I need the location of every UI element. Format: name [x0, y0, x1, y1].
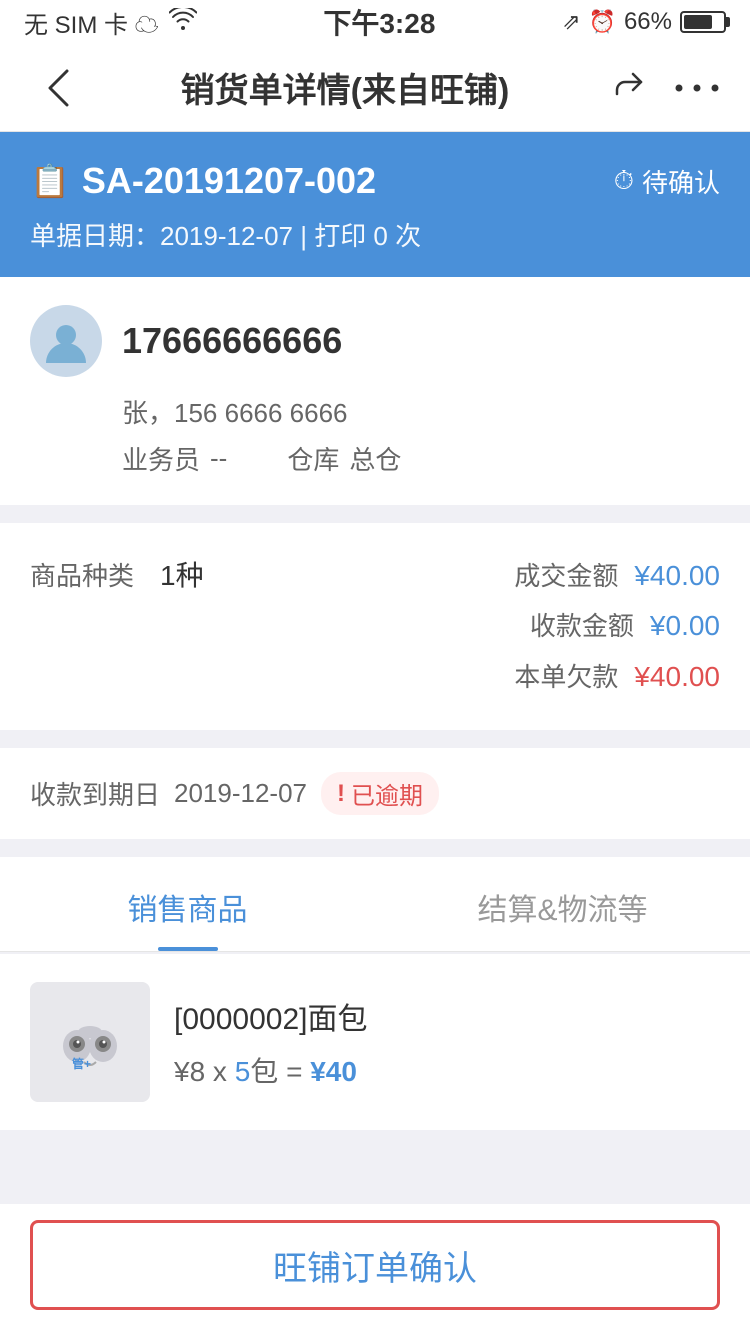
- product-name: [0000002]面包: [174, 994, 720, 1038]
- tab-sales-goods[interactable]: 销售商品: [0, 857, 375, 951]
- order-header: 📋 SA-20191207-002 ⏱ 待确认 单据日期：2019-12-07 …: [0, 132, 750, 277]
- status-left: 无 SIM 卡 ☁: [24, 5, 197, 40]
- deal-amount-row: 成交金额 ¥40.00: [514, 551, 720, 601]
- product-item: 管+ [0000002]面包 ¥8 x 5包 = ¥40: [30, 982, 720, 1102]
- overdue-badge: ! 已逾期: [321, 772, 439, 815]
- tab-settlement[interactable]: 结算&物流等: [375, 857, 750, 951]
- order-icon: 📋: [30, 162, 70, 200]
- product-section: 管+ [0000002]面包 ¥8 x 5包 = ¥40: [0, 954, 750, 1130]
- deal-amount-label: 成交金额: [514, 553, 618, 600]
- warehouse-label: 仓库: [287, 440, 339, 477]
- product-thumbnail: 管+: [30, 982, 150, 1102]
- alarm-icon: ⏰: [589, 9, 616, 35]
- back-button[interactable]: [28, 58, 88, 118]
- confirm-order-button[interactable]: 旺铺订单确认: [30, 1220, 720, 1310]
- product-info: [0000002]面包 ¥8 x 5包 = ¥40: [174, 994, 720, 1090]
- share-button[interactable]: [602, 63, 652, 113]
- page-title: 销货单详情(来自旺铺): [181, 63, 510, 112]
- due-date-value: 2019-12-07: [174, 778, 307, 809]
- customer-row: 17666666666: [30, 305, 720, 377]
- status-bar: 无 SIM 卡 ☁ 下午3:28 ⇗ ⏰ 66%: [0, 0, 750, 44]
- salesperson-value: --: [210, 443, 227, 474]
- warehouse-item: 仓库 总仓: [287, 440, 401, 477]
- order-status: ⏱ 待确认: [614, 163, 720, 200]
- order-date: 单据日期：2019-12-07 | 打印 0 次: [30, 216, 720, 253]
- received-amount-label: 收款金额: [530, 603, 634, 650]
- more-button[interactable]: [672, 63, 722, 113]
- clock-icon: ⏱: [614, 165, 634, 197]
- customer-phone: 17666666666: [122, 320, 342, 362]
- avatar: [30, 305, 102, 377]
- stats-section: 商品种类 1种 成交金额 ¥40.00 收款金额 ¥0.00 本单欠款 ¥40.…: [0, 523, 750, 730]
- battery-icon: [680, 11, 726, 33]
- salesperson-item: 业务员 --: [122, 440, 227, 477]
- stats-right: 成交金额 ¥40.00 收款金额 ¥0.00 本单欠款 ¥40.00: [514, 551, 720, 702]
- owed-amount-row: 本单欠款 ¥40.00: [514, 652, 720, 702]
- confirm-button-wrap: 旺铺订单确认: [0, 1204, 750, 1334]
- owed-amount-label: 本单欠款: [514, 654, 618, 701]
- status-time: 下午3:28: [323, 2, 435, 42]
- overdue-text: 已逾期: [351, 776, 423, 811]
- product-price: ¥8 x 5包 = ¥40: [174, 1050, 720, 1090]
- tabs-bar: 销售商品 结算&物流等: [0, 857, 750, 952]
- status-right: ⇗ ⏰ 66%: [562, 8, 726, 36]
- stats-left: 商品种类 1种: [30, 551, 204, 601]
- location-icon: ⇗: [562, 9, 580, 35]
- customer-section: 17666666666 张，156 6666 6666 业务员 -- 仓库 总仓: [0, 277, 750, 505]
- customer-contact: 张，156 6666 6666: [30, 393, 720, 430]
- wifi-icon: [169, 8, 197, 37]
- no-sim-text: 无 SIM 卡 ☁: [24, 5, 159, 40]
- svg-text:管+: 管+: [72, 1056, 91, 1071]
- customer-meta: 业务员 -- 仓库 总仓: [30, 440, 720, 477]
- received-amount-value: ¥0.00: [650, 601, 720, 651]
- deal-amount-value: ¥40.00: [634, 551, 720, 601]
- received-amount-row: 收款金额 ¥0.00: [530, 601, 720, 651]
- warehouse-value: 总仓: [349, 440, 401, 477]
- salesperson-label: 业务员: [122, 440, 200, 477]
- due-date-label: 收款到期日: [30, 775, 160, 812]
- nav-bar: 销货单详情(来自旺铺): [0, 44, 750, 132]
- overdue-icon: !: [337, 780, 345, 808]
- due-date-section: 收款到期日 2019-12-07 ! 已逾期: [0, 748, 750, 839]
- battery-percent: 66%: [624, 8, 672, 36]
- nav-actions: [602, 63, 722, 113]
- owed-amount-value: ¥40.00: [634, 652, 720, 702]
- order-id: 📋 SA-20191207-002: [30, 160, 376, 202]
- product-type-label: 商品种类 1种: [30, 551, 204, 601]
